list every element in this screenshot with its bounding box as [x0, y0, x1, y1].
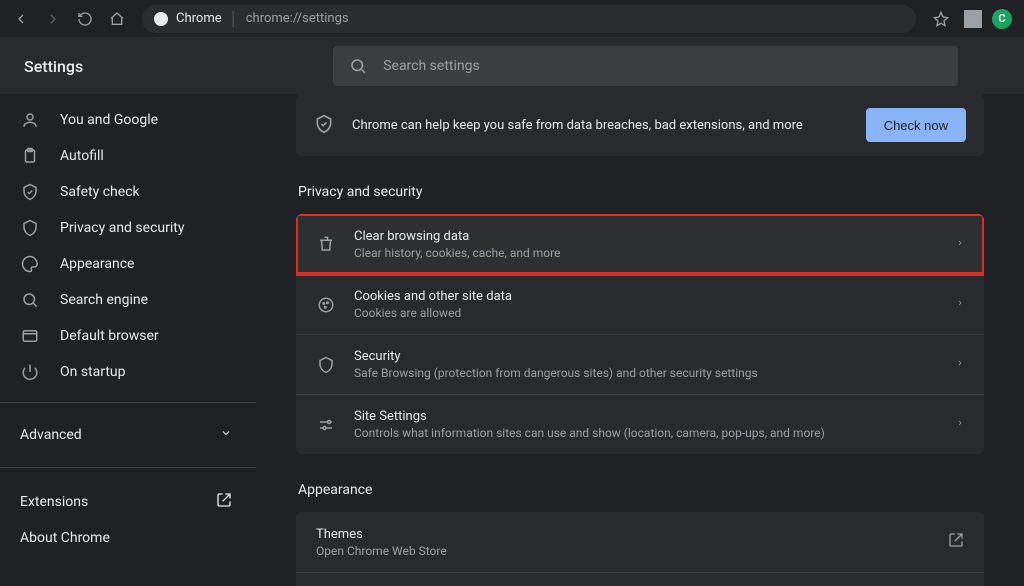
sidebar-item-label: You and Google — [60, 112, 158, 128]
nav-back-icon[interactable] — [8, 6, 34, 32]
palette-icon — [20, 254, 40, 274]
safety-callout: Chrome can help keep you safe from data … — [296, 94, 984, 156]
sidebar-item-autofill[interactable]: Autofill — [0, 138, 256, 174]
sidebar-item-about-chrome[interactable]: About Chrome — [0, 520, 256, 556]
sidebar-advanced-toggle[interactable]: Advanced — [0, 415, 256, 455]
settings-header: Settings Search settings — [0, 38, 1024, 94]
row-show-home-button[interactable]: Show home button — [296, 572, 984, 586]
privacy-card: Clear browsing data Clear history, cooki… — [296, 214, 984, 454]
address-app-label: Chrome — [176, 11, 222, 26]
sidebar-item-label: About Chrome — [20, 530, 110, 546]
row-title: Cookies and other site data — [354, 289, 938, 304]
address-url: chrome://settings — [246, 11, 349, 26]
row-subtitle: Open Chrome Web Store — [316, 544, 930, 558]
sidebar-item-label: On startup — [60, 364, 126, 380]
shield-check-icon — [20, 182, 40, 202]
shield-icon — [316, 355, 336, 375]
trash-icon — [316, 234, 336, 254]
page-title: Settings — [24, 57, 83, 76]
check-now-button[interactable]: Check now — [866, 108, 966, 142]
sidebar-item-search-engine[interactable]: Search engine — [0, 282, 256, 318]
row-security[interactable]: Security Safe Browsing (protection from … — [296, 334, 984, 394]
shield-icon — [314, 114, 336, 136]
nav-reload-icon[interactable] — [72, 6, 98, 32]
chevron-right-icon — [956, 357, 964, 372]
sidebar-divider — [0, 467, 256, 468]
power-icon — [20, 362, 40, 382]
sidebar-advanced-label: Advanced — [20, 427, 82, 443]
sidebar-item-label: Autofill — [60, 148, 104, 164]
row-subtitle: Cookies are allowed — [354, 306, 938, 320]
sidebar-item-default-browser[interactable]: Default browser — [0, 318, 256, 354]
settings-main-panel: Chrome can help keep you safe from data … — [256, 94, 1024, 586]
sidebar-item-label: Extensions — [20, 494, 88, 510]
sidebar-item-on-startup[interactable]: On startup — [0, 354, 256, 390]
safety-callout-text: Chrome can help keep you safe from data … — [352, 118, 850, 133]
person-icon — [20, 110, 40, 130]
row-site-settings[interactable]: Site Settings Controls what information … — [296, 394, 984, 454]
row-title: Security — [354, 349, 938, 364]
nav-forward-icon[interactable] — [40, 6, 66, 32]
row-title: Themes — [316, 527, 930, 542]
nav-home-icon[interactable] — [104, 6, 130, 32]
open-in-new-icon — [948, 532, 964, 552]
row-subtitle: Safe Browsing (protection from dangerous… — [354, 366, 938, 380]
browser-toolbar: Chrome │ chrome://settings C — [0, 0, 1024, 38]
row-clear-browsing-data[interactable]: Clear browsing data Clear history, cooki… — [296, 214, 984, 274]
sliders-icon — [316, 415, 336, 435]
bookmark-star-icon[interactable] — [928, 6, 954, 32]
open-in-new-icon — [216, 492, 232, 512]
search-placeholder: Search settings — [383, 58, 480, 74]
row-subtitle: Controls what information sites can use … — [354, 426, 938, 440]
row-title: Site Settings — [354, 409, 938, 424]
sidebar-item-safety-check[interactable]: Safety check — [0, 174, 256, 210]
appearance-card: Themes Open Chrome Web Store Show home b… — [296, 512, 984, 586]
security-icon — [20, 218, 40, 238]
extension-icon[interactable] — [964, 10, 982, 28]
settings-sidebar: You and Google Autofill Safety check Pri… — [0, 94, 256, 586]
search-icon — [20, 290, 40, 310]
search-icon — [349, 57, 367, 75]
cookie-icon — [316, 295, 336, 315]
sidebar-item-privacy-and-security[interactable]: Privacy and security — [0, 210, 256, 246]
chevron-right-icon — [956, 417, 964, 432]
sidebar-item-appearance[interactable]: Appearance — [0, 246, 256, 282]
search-settings-input[interactable]: Search settings — [333, 46, 958, 86]
sidebar-item-you-and-google[interactable]: You and Google — [0, 102, 256, 138]
sidebar-item-label: Default browser — [60, 328, 159, 344]
appearance-section-title: Appearance — [298, 482, 984, 498]
browser-window-icon — [20, 326, 40, 346]
privacy-section-title: Privacy and security — [298, 184, 984, 200]
chevron-right-icon — [956, 237, 964, 252]
sidebar-item-extensions[interactable]: Extensions — [0, 484, 256, 520]
chrome-icon — [154, 12, 168, 26]
sidebar-item-label: Search engine — [60, 292, 148, 308]
row-subtitle: Clear history, cookies, cache, and more — [354, 246, 938, 260]
sidebar-divider — [0, 402, 256, 403]
sidebar-item-label: Appearance — [60, 256, 134, 272]
sidebar-item-label: Safety check — [60, 184, 140, 200]
address-bar[interactable]: Chrome │ chrome://settings — [142, 5, 916, 33]
address-separator: │ — [230, 11, 238, 27]
chevron-right-icon — [956, 297, 964, 312]
clipboard-icon — [20, 146, 40, 166]
sidebar-item-label: Privacy and security — [60, 220, 184, 236]
chevron-down-icon — [220, 427, 232, 443]
profile-avatar[interactable]: C — [992, 9, 1012, 29]
row-title: Clear browsing data — [354, 229, 938, 244]
row-themes[interactable]: Themes Open Chrome Web Store — [296, 512, 984, 572]
row-cookies[interactable]: Cookies and other site data Cookies are … — [296, 274, 984, 334]
